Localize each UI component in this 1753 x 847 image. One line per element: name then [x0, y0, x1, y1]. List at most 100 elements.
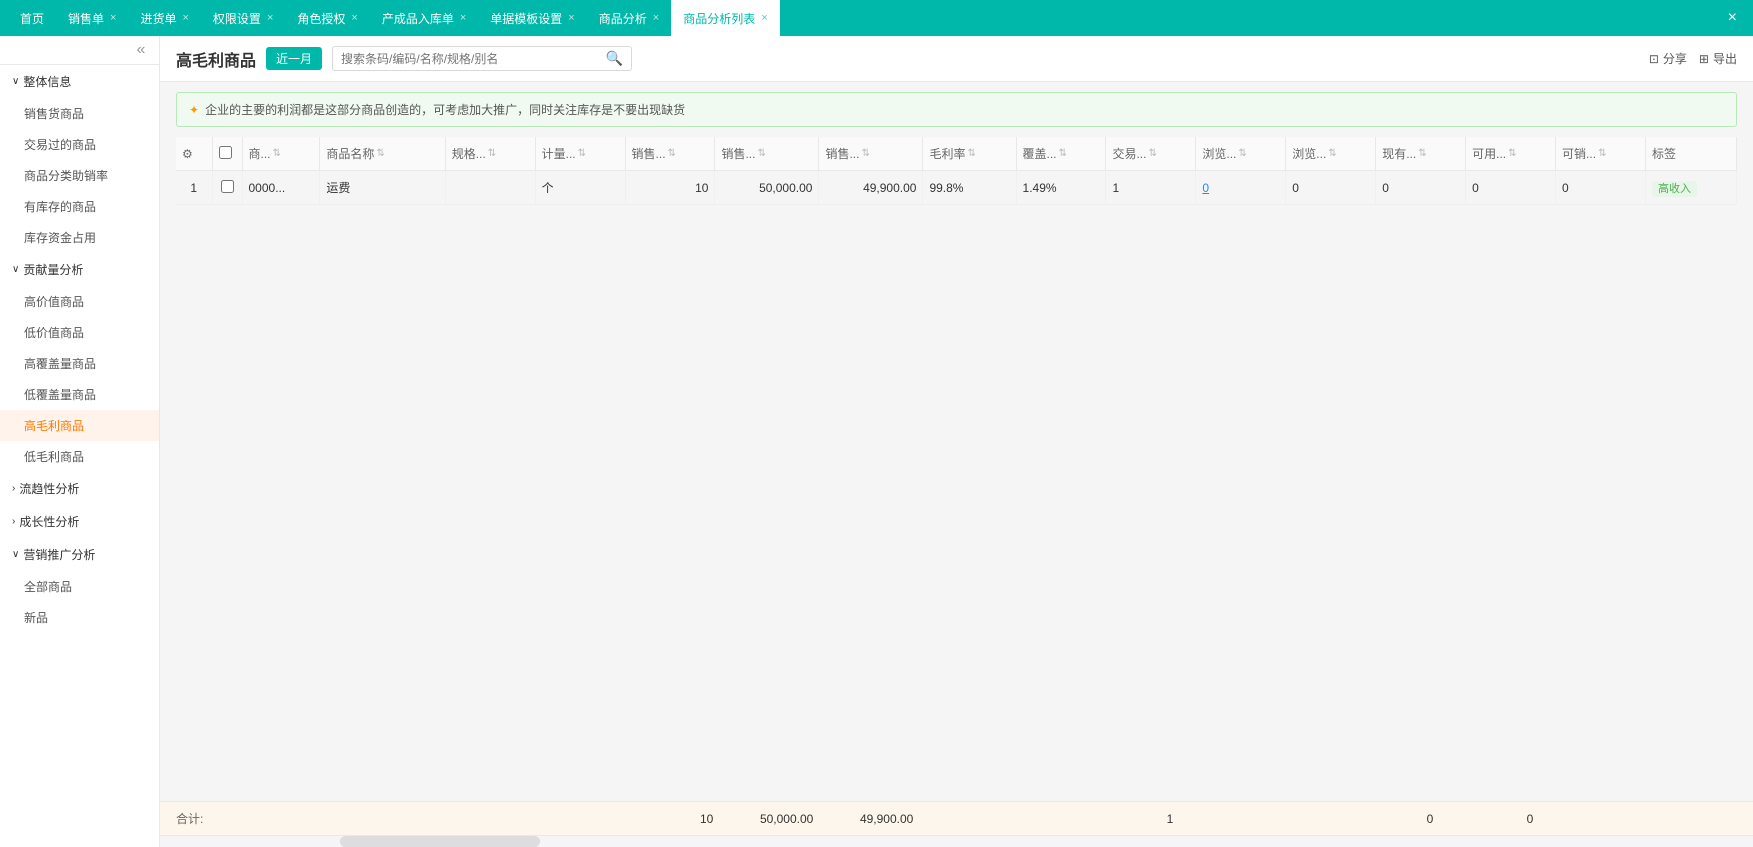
col-checkbox[interactable] — [212, 137, 242, 171]
sidebar-item-low-margin[interactable]: 低毛利商品 — [0, 441, 159, 472]
sort-icon-avail-stock: ⇅ — [1508, 148, 1516, 159]
export-icon: ⊞ — [1699, 52, 1709, 66]
footer-label: 合计: — [176, 810, 203, 827]
nav-permissions[interactable]: 权限设置 × — [201, 0, 285, 36]
col-tag[interactable]: 标签 — [1645, 137, 1736, 171]
col-sale-amt[interactable]: 销售... ⇅ — [715, 137, 819, 171]
content-area: 高毛利商品 近一月 🔍 ⊡ 分享 ⊞ 导出 ✦ 企业的主要的利润都是这部分商品创… — [160, 36, 1753, 847]
col-browse1[interactable]: 浏览... ⇅ — [1196, 137, 1286, 171]
sidebar-item-sale-goods[interactable]: 销售货商品 — [0, 98, 159, 129]
sidebar-group-growth[interactable]: › 成长性分析 — [0, 505, 159, 538]
cell-coverage: 1.49% — [1016, 171, 1106, 205]
sidebar-collapse-button[interactable]: « — [131, 40, 151, 60]
cell-browse1[interactable]: 0 — [1196, 171, 1286, 205]
info-icon: ✦ — [189, 103, 199, 117]
footer-sale-cost: 49,900.00 — [833, 812, 913, 826]
group-growth-arrow: › — [12, 516, 15, 527]
cell-spec — [445, 171, 535, 205]
share-icon: ⊡ — [1649, 52, 1659, 66]
nav-template-settings[interactable]: 单据模板设置 × — [478, 0, 586, 36]
col-avail-stock[interactable]: 可用... ⇅ — [1466, 137, 1556, 171]
sidebar-group-trend[interactable]: › 流趋性分析 — [0, 472, 159, 505]
col-current-stock[interactable]: 现有... ⇅ — [1376, 137, 1466, 171]
col-sale-qty[interactable]: 销售... ⇅ — [625, 137, 715, 171]
cell-gross-margin: 99.8% — [923, 171, 1016, 205]
nav-product-analysis[interactable]: 商品分析 × — [587, 0, 671, 36]
cell-checkbox[interactable] — [212, 171, 242, 205]
sidebar-group-overall[interactable]: ∨ 整体信息 — [0, 65, 159, 98]
nav-product-stock[interactable]: 产成品入库单 × — [370, 0, 478, 36]
sidebar-item-stock-capital[interactable]: 库存资金占用 — [0, 222, 159, 253]
sidebar-item-high-value[interactable]: 高价值商品 — [0, 286, 159, 317]
sidebar-item-traded-goods[interactable]: 交易过的商品 — [0, 129, 159, 160]
sidebar-item-high-coverage[interactable]: 高覆盖量商品 — [0, 348, 159, 379]
nav-sales-order[interactable]: 销售单 × — [56, 0, 128, 36]
close-sales-order[interactable]: × — [110, 12, 116, 24]
info-banner: ✦ 企业的主要的利润都是这部分商品创造的，可考虑加大推广，同时关注库存是不要出现… — [176, 92, 1737, 127]
sidebar-item-category-rate[interactable]: 商品分类助销率 — [0, 160, 159, 191]
nav-product-analysis-list[interactable]: 商品分析列表 × — [671, 0, 779, 36]
cell-sale-stock: 0 — [1556, 171, 1646, 205]
col-code[interactable]: 商... ⇅ — [242, 137, 320, 171]
cell-sale-amt: 50,000.00 — [715, 171, 819, 205]
group-marketing-arrow: ∨ — [12, 549, 19, 560]
cell-unit: 个 — [535, 171, 625, 205]
nav-role-auth[interactable]: 角色授权 × — [285, 0, 369, 36]
cell-trade-count: 1 — [1106, 171, 1196, 205]
export-button[interactable]: ⊞ 导出 — [1699, 50, 1737, 67]
cell-rownum: 1 — [176, 171, 212, 205]
close-template-settings[interactable]: × — [568, 12, 574, 24]
sidebar: « ∨ 整体信息 销售货商品 交易过的商品 商品分类助销率 有库存的商品 库存资… — [0, 36, 160, 847]
close-product-stock[interactable]: × — [460, 12, 466, 24]
sort-icon-sale-amt: ⇅ — [757, 148, 765, 159]
col-trade-count[interactable]: 交易... ⇅ — [1106, 137, 1196, 171]
select-all-checkbox[interactable] — [219, 146, 232, 159]
sidebar-item-low-value[interactable]: 低价值商品 — [0, 317, 159, 348]
group-overall-arrow: ∨ — [12, 76, 19, 87]
col-sale-cost[interactable]: 销售... ⇅ — [819, 137, 923, 171]
sort-icon-name: ⇅ — [376, 148, 384, 159]
recent-month-button[interactable]: 近一月 — [266, 47, 322, 70]
nav-home[interactable]: 首页 — [8, 0, 56, 36]
close-role-auth[interactable]: × — [351, 12, 357, 24]
search-input[interactable] — [341, 52, 606, 66]
close-permissions[interactable]: × — [267, 12, 273, 24]
footer-sale-amt: 50,000.00 — [733, 812, 813, 826]
col-browse2[interactable]: 浏览... ⇅ — [1286, 137, 1376, 171]
sidebar-item-high-margin[interactable]: 高毛利商品 — [0, 410, 159, 441]
table-container[interactable]: ⚙ 商... ⇅ 商品名称 — [160, 137, 1753, 801]
search-icon[interactable]: 🔍 — [606, 50, 623, 67]
col-gross-margin[interactable]: 毛利率 ⇅ — [923, 137, 1016, 171]
footer-sale-qty: 10 — [633, 812, 713, 826]
sidebar-item-all-goods[interactable]: 全部商品 — [0, 571, 159, 602]
cell-code: 0000... — [242, 171, 320, 205]
close-product-analysis-list[interactable]: × — [761, 12, 767, 24]
sidebar-item-in-stock-goods[interactable]: 有库存的商品 — [0, 191, 159, 222]
group-contribution-arrow: ∨ — [12, 264, 19, 275]
close-purchase-order[interactable]: × — [182, 12, 188, 24]
content-header: 高毛利商品 近一月 🔍 ⊡ 分享 ⊞ 导出 — [160, 36, 1753, 82]
close-product-analysis[interactable]: × — [653, 12, 659, 24]
header-actions: ⊡ 分享 ⊞ 导出 — [1649, 50, 1737, 67]
sidebar-group-contribution[interactable]: ∨ 贡献量分析 — [0, 253, 159, 286]
sidebar-item-low-coverage[interactable]: 低覆盖量商品 — [0, 379, 159, 410]
sidebar-group-marketing[interactable]: ∨ 营销推广分析 — [0, 538, 159, 571]
row-checkbox[interactable] — [221, 180, 234, 193]
nav-purchase-order[interactable]: 进货单 × — [128, 0, 200, 36]
cell-current-stock: 0 — [1376, 171, 1466, 205]
cell-tag: 高收入 — [1645, 171, 1736, 205]
col-name[interactable]: 商品名称 ⇅ — [320, 137, 445, 171]
col-sale-stock[interactable]: 可销... ⇅ — [1556, 137, 1646, 171]
col-coverage[interactable]: 覆盖... ⇅ — [1016, 137, 1106, 171]
sort-icon-unit: ⇅ — [578, 148, 586, 159]
col-unit[interactable]: 计量... ⇅ — [535, 137, 625, 171]
tag-badge: 高收入 — [1652, 181, 1697, 197]
sidebar-item-new-goods[interactable]: 新品 — [0, 602, 159, 633]
horizontal-scrollbar[interactable] — [160, 835, 1753, 847]
col-settings[interactable]: ⚙ — [176, 137, 212, 171]
close-window-button[interactable]: × — [1720, 9, 1745, 27]
footer-current-stock: 0 — [1353, 812, 1433, 826]
col-spec[interactable]: 规格... ⇅ — [445, 137, 535, 171]
share-button[interactable]: ⊡ 分享 — [1649, 50, 1687, 67]
settings-icon[interactable]: ⚙ — [182, 147, 193, 161]
